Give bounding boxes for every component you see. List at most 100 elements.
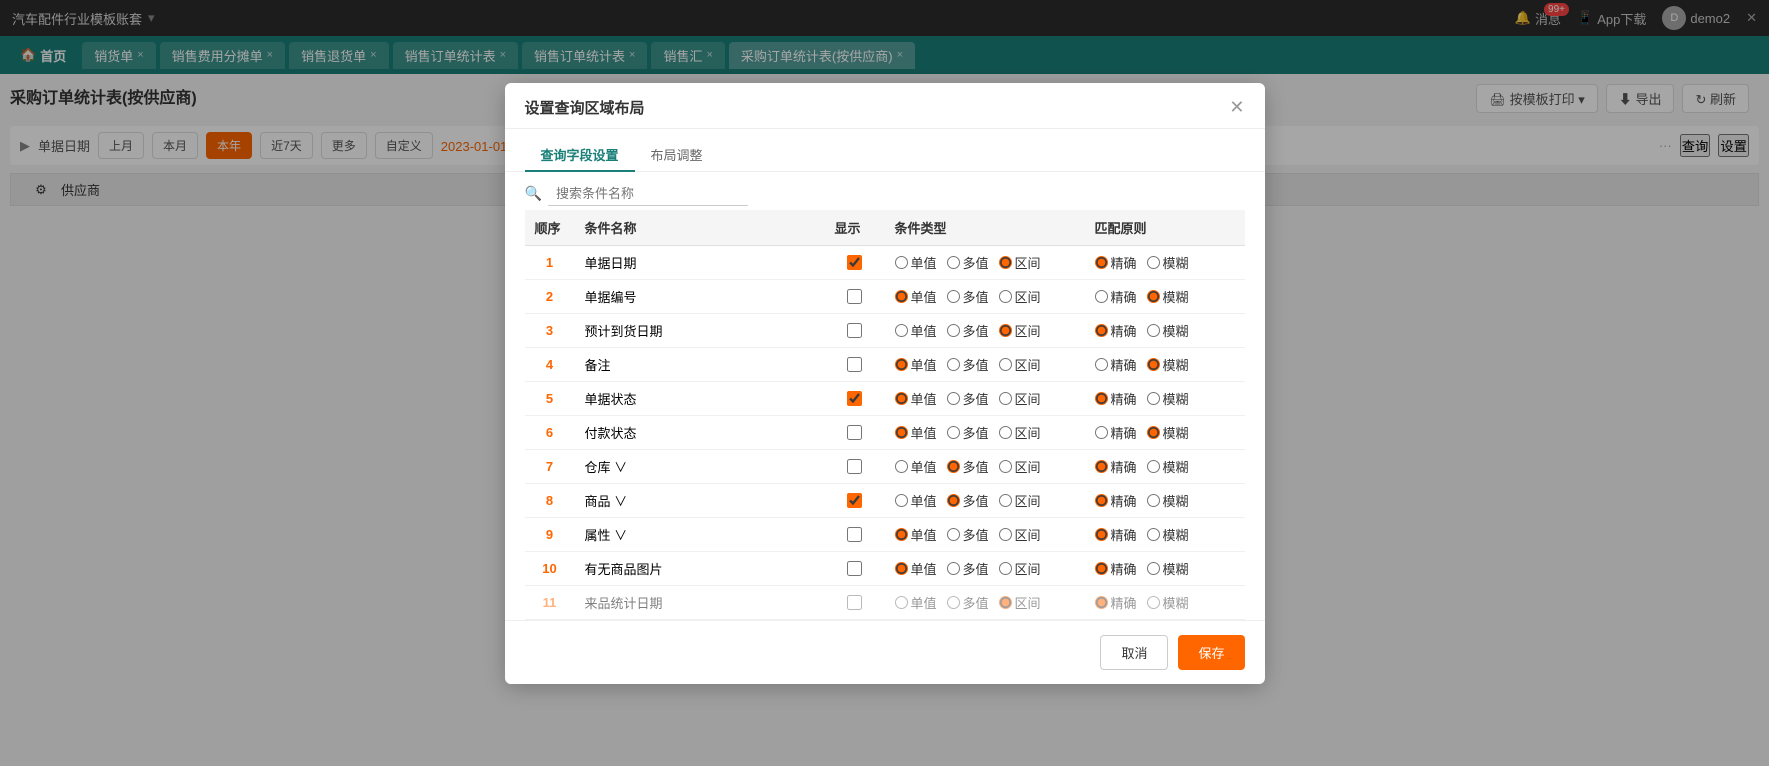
checkbox-row-4[interactable] — [847, 357, 862, 372]
row-show-9[interactable] — [825, 517, 885, 551]
row-show-8[interactable] — [825, 483, 885, 517]
match-radio-模糊-row-2[interactable]: 模糊 — [1147, 287, 1189, 306]
type-radio-单值-row-7[interactable]: 单值 — [895, 457, 937, 476]
row-order-11: 11 — [525, 585, 575, 619]
type-radio-区间-row-4[interactable]: 区间 — [999, 355, 1041, 374]
type-radio-单值-row-3[interactable]: 单值 — [895, 321, 937, 340]
dialog-table-wrapper: 顺序 条件名称 显示 条件类型 匹配原则 1单据日期单值多值区间精确模糊2单据编… — [505, 210, 1265, 620]
type-radio-多值-row-2[interactable]: 多值 — [947, 287, 989, 306]
type-radio-单值-row-11[interactable]: 单值 — [895, 593, 937, 612]
type-radio-单值-row-9[interactable]: 单值 — [895, 525, 937, 544]
col-header-type: 条件类型 — [885, 210, 1085, 246]
table-row: 9属性 ∨单值多值区间精确模糊 — [525, 517, 1245, 551]
match-radio-模糊-row-8[interactable]: 模糊 — [1147, 491, 1189, 510]
type-radio-区间-row-8[interactable]: 区间 — [999, 491, 1041, 510]
type-radio-多值-row-6[interactable]: 多值 — [947, 423, 989, 442]
match-radio-模糊-row-5[interactable]: 模糊 — [1147, 389, 1189, 408]
row-show-2[interactable] — [825, 279, 885, 313]
match-radio-精确-row-10[interactable]: 精确 — [1095, 559, 1137, 578]
type-radio-多值-row-3[interactable]: 多值 — [947, 321, 989, 340]
match-radio-精确-row-2[interactable]: 精确 — [1095, 287, 1137, 306]
type-radio-多值-row-1[interactable]: 多值 — [947, 253, 989, 272]
table-row: 3预计到货日期单值多值区间精确模糊 — [525, 313, 1245, 347]
dialog-tab-layout[interactable]: 布局调整 — [635, 139, 719, 172]
type-radio-区间-row-11[interactable]: 区间 — [999, 593, 1041, 612]
type-radio-单值-row-4[interactable]: 单值 — [895, 355, 937, 374]
type-radio-区间-row-3[interactable]: 区间 — [999, 321, 1041, 340]
row-show-1[interactable] — [825, 245, 885, 279]
match-radio-模糊-row-4[interactable]: 模糊 — [1147, 355, 1189, 374]
type-radio-区间-row-9[interactable]: 区间 — [999, 525, 1041, 544]
match-radio-精确-row-3[interactable]: 精确 — [1095, 321, 1137, 340]
row-show-10[interactable] — [825, 551, 885, 585]
match-radio-模糊-row-11[interactable]: 模糊 — [1147, 593, 1189, 612]
type-radio-多值-row-9[interactable]: 多值 — [947, 525, 989, 544]
cancel-button[interactable]: 取消 — [1100, 635, 1168, 670]
checkbox-row-5[interactable] — [847, 391, 862, 406]
type-radio-单值-row-10[interactable]: 单值 — [895, 559, 937, 578]
type-radio-单值-row-6[interactable]: 单值 — [895, 423, 937, 442]
checkbox-row-7[interactable] — [847, 459, 862, 474]
checkbox-row-10[interactable] — [847, 561, 862, 576]
row-order-6: 6 — [525, 415, 575, 449]
checkbox-row-6[interactable] — [847, 425, 862, 440]
row-match-11: 精确模糊 — [1085, 585, 1245, 619]
match-radio-精确-row-7[interactable]: 精确 — [1095, 457, 1137, 476]
dialog-search-area: 🔍 — [505, 172, 1265, 210]
row-show-11[interactable] — [825, 585, 885, 619]
match-radio-精确-row-6[interactable]: 精确 — [1095, 423, 1137, 442]
checkbox-row-2[interactable] — [847, 289, 862, 304]
search-input[interactable] — [548, 182, 748, 206]
type-radio-区间-row-10[interactable]: 区间 — [999, 559, 1041, 578]
type-radio-单值-row-8[interactable]: 单值 — [895, 491, 937, 510]
match-radio-模糊-row-6[interactable]: 模糊 — [1147, 423, 1189, 442]
checkbox-row-8[interactable] — [847, 493, 862, 508]
match-radio-精确-row-5[interactable]: 精确 — [1095, 389, 1137, 408]
match-radio-模糊-row-7[interactable]: 模糊 — [1147, 457, 1189, 476]
row-show-7[interactable] — [825, 449, 885, 483]
row-show-3[interactable] — [825, 313, 885, 347]
checkbox-row-1[interactable] — [847, 255, 862, 270]
match-radio-精确-row-4[interactable]: 精确 — [1095, 355, 1137, 374]
row-type-10: 单值多值区间 — [885, 551, 1085, 585]
checkbox-row-3[interactable] — [847, 323, 862, 338]
save-button[interactable]: 保存 — [1178, 635, 1244, 670]
type-radio-多值-row-5[interactable]: 多值 — [947, 389, 989, 408]
row-order-3: 3 — [525, 313, 575, 347]
table-row: 4备注单值多值区间精确模糊 — [525, 347, 1245, 381]
type-radio-单值-row-1[interactable]: 单值 — [895, 253, 937, 272]
row-show-5[interactable] — [825, 381, 885, 415]
type-radio-区间-row-2[interactable]: 区间 — [999, 287, 1041, 306]
row-name-10: 有无商品图片 — [575, 551, 825, 585]
match-radio-模糊-row-9[interactable]: 模糊 — [1147, 525, 1189, 544]
type-radio-区间-row-6[interactable]: 区间 — [999, 423, 1041, 442]
match-radio-模糊-row-10[interactable]: 模糊 — [1147, 559, 1189, 578]
match-radio-精确-row-8[interactable]: 精确 — [1095, 491, 1137, 510]
match-radio-精确-row-11[interactable]: 精确 — [1095, 593, 1137, 612]
type-radio-区间-row-1[interactable]: 区间 — [999, 253, 1041, 272]
type-radio-多值-row-7[interactable]: 多值 — [947, 457, 989, 476]
type-radio-多值-row-4[interactable]: 多值 — [947, 355, 989, 374]
match-radio-模糊-row-3[interactable]: 模糊 — [1147, 321, 1189, 340]
table-row: 2单据编号单值多值区间精确模糊 — [525, 279, 1245, 313]
checkbox-row-11[interactable] — [847, 595, 862, 610]
row-name-8: 商品 ∨ — [575, 483, 825, 517]
dialog-overlay: 设置查询区域布局 ✕ 查询字段设置 布局调整 🔍 顺序 条件名称 显示 条件类型 — [0, 0, 1769, 766]
type-radio-单值-row-2[interactable]: 单值 — [895, 287, 937, 306]
match-radio-精确-row-9[interactable]: 精确 — [1095, 525, 1137, 544]
type-radio-单值-row-5[interactable]: 单值 — [895, 389, 937, 408]
row-show-4[interactable] — [825, 347, 885, 381]
type-radio-区间-row-5[interactable]: 区间 — [999, 389, 1041, 408]
match-radio-模糊-row-1[interactable]: 模糊 — [1147, 253, 1189, 272]
type-radio-区间-row-7[interactable]: 区间 — [999, 457, 1041, 476]
match-radio-精确-row-1[interactable]: 精确 — [1095, 253, 1137, 272]
type-radio-多值-row-11[interactable]: 多值 — [947, 593, 989, 612]
row-name-5: 单据状态 — [575, 381, 825, 415]
row-show-6[interactable] — [825, 415, 885, 449]
type-radio-多值-row-8[interactable]: 多值 — [947, 491, 989, 510]
checkbox-row-9[interactable] — [847, 527, 862, 542]
dialog-close-button[interactable]: ✕ — [1229, 97, 1244, 118]
type-radio-多值-row-10[interactable]: 多值 — [947, 559, 989, 578]
row-type-5: 单值多值区间 — [885, 381, 1085, 415]
dialog-tab-query-fields[interactable]: 查询字段设置 — [525, 139, 635, 172]
